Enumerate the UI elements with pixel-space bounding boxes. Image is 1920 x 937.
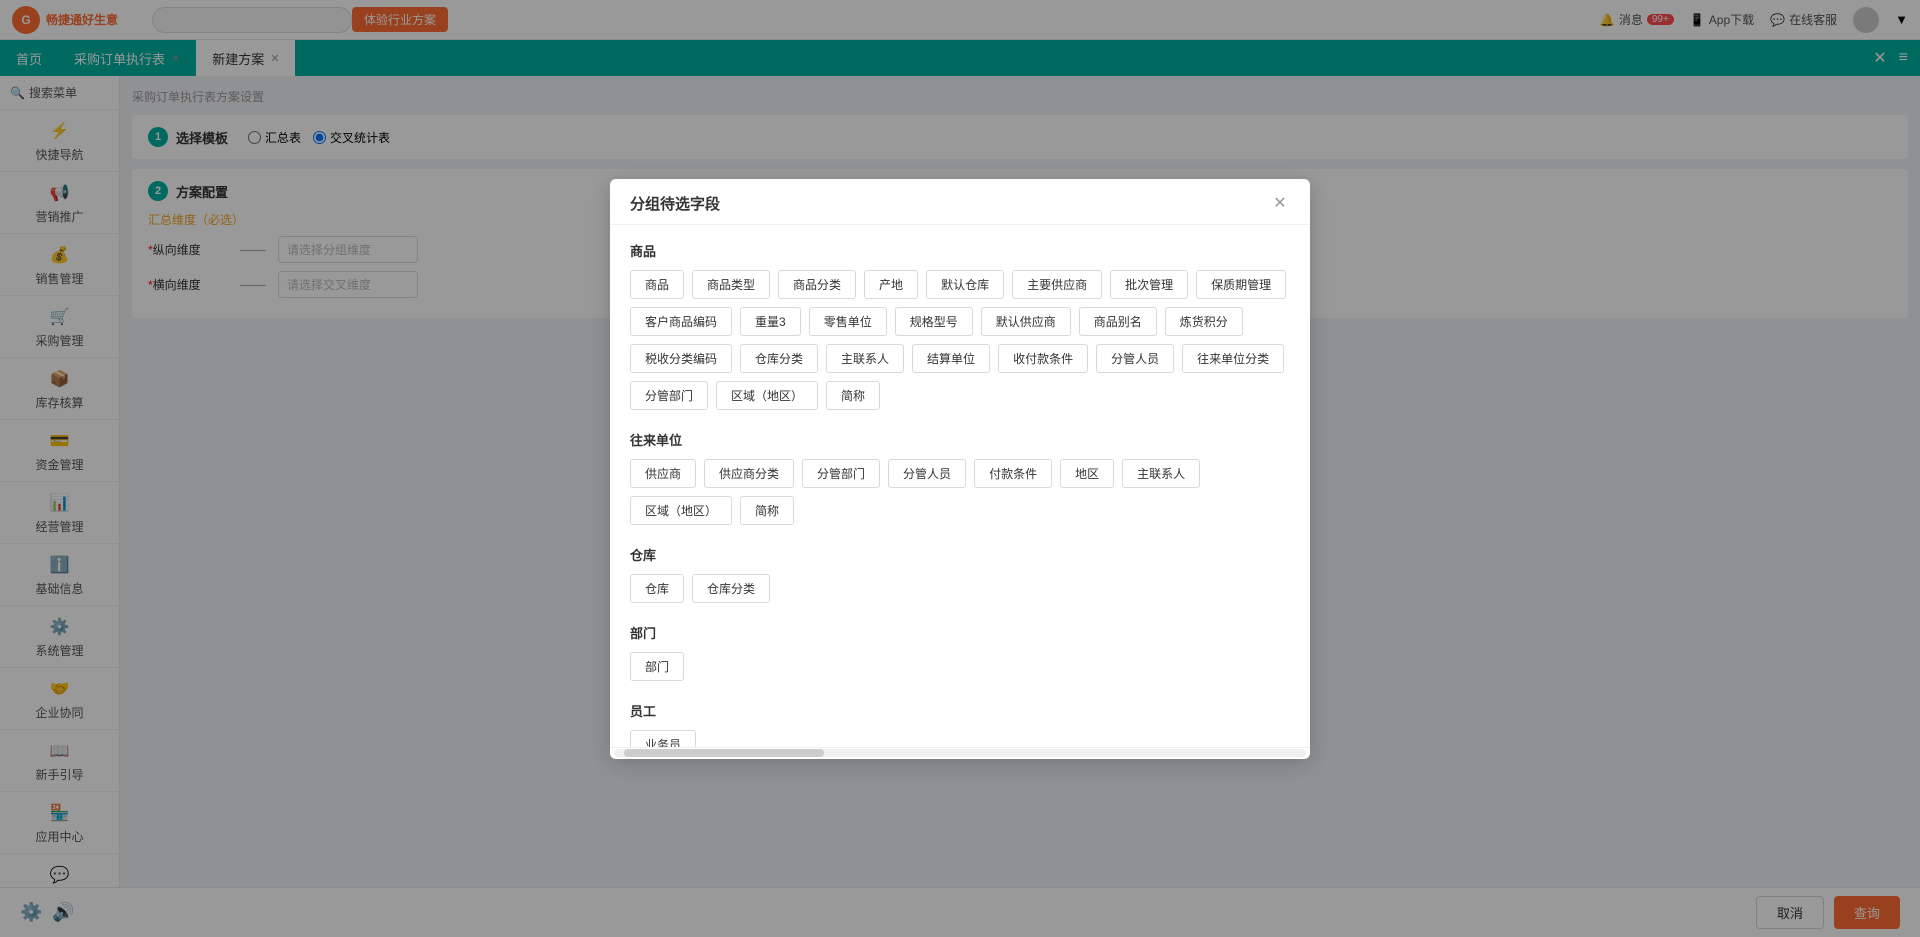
tag-spec-model[interactable]: 规格型号 <box>895 307 973 336</box>
tag-partner-contact[interactable]: 主联系人 <box>1122 459 1200 488</box>
tag-warehouse[interactable]: 仓库 <box>630 574 684 603</box>
tag-dept-managed[interactable]: 分管部门 <box>630 381 708 410</box>
modal-close-button[interactable]: ✕ <box>1270 193 1290 213</box>
tag-refine-points[interactable]: 炼货积分 <box>1165 307 1243 336</box>
tag-retail-unit[interactable]: 零售单位 <box>809 307 887 336</box>
tag-customer-code[interactable]: 客户商品编码 <box>630 307 732 336</box>
tag-partner-region[interactable]: 区域（地区） <box>630 496 732 525</box>
tag-supplier-category[interactable]: 供应商分类 <box>704 459 794 488</box>
tag-batch-management[interactable]: 批次管理 <box>1110 270 1188 299</box>
tag-product[interactable]: 商品 <box>630 270 684 299</box>
section-dept-tags: 部门 <box>630 652 1290 681</box>
tag-main-supplier[interactable]: 主要供应商 <box>1012 270 1102 299</box>
tag-product-alias[interactable]: 商品别名 <box>1079 307 1157 336</box>
section-partner-title: 往来单位 <box>630 430 1290 449</box>
section-warehouse-tags: 仓库 仓库分类 <box>630 574 1290 603</box>
tag-dept[interactable]: 部门 <box>630 652 684 681</box>
section-product: 商品 商品 商品类型 商品分类 产地 默认仓库 主要供应商 批次管理 保质期管理… <box>630 241 1290 410</box>
tag-short-name[interactable]: 简称 <box>826 381 880 410</box>
section-product-title: 商品 <box>630 241 1290 260</box>
modal-title: 分组待选字段 <box>630 193 720 214</box>
tag-partner-supervisor[interactable]: 分管人员 <box>888 459 966 488</box>
hscroll-thumb <box>624 749 824 757</box>
tag-partner-category[interactable]: 往来单位分类 <box>1182 344 1284 373</box>
tag-default-warehouse[interactable]: 默认仓库 <box>926 270 1004 299</box>
section-dept-title: 部门 <box>630 623 1290 642</box>
section-employee-title: 员工 <box>630 701 1290 720</box>
modal-header: 分组待选字段 ✕ <box>610 179 1310 225</box>
section-employee: 员工 业务员 <box>630 701 1290 747</box>
tag-warehouse-cat[interactable]: 仓库分类 <box>692 574 770 603</box>
tag-supervisor[interactable]: 分管人员 <box>1096 344 1174 373</box>
tag-area[interactable]: 地区 <box>1060 459 1114 488</box>
tag-warehouse-category[interactable]: 仓库分类 <box>740 344 818 373</box>
tag-product-category[interactable]: 商品分类 <box>778 270 856 299</box>
tag-partner-dept[interactable]: 分管部门 <box>802 459 880 488</box>
tag-product-type[interactable]: 商品类型 <box>692 270 770 299</box>
tag-shelf-life[interactable]: 保质期管理 <box>1196 270 1286 299</box>
tag-salesperson[interactable]: 业务员 <box>630 730 696 747</box>
tag-region[interactable]: 区域（地区） <box>716 381 818 410</box>
tag-payment-terms[interactable]: 收付款条件 <box>998 344 1088 373</box>
tag-origin[interactable]: 产地 <box>864 270 918 299</box>
field-select-modal: 分组待选字段 ✕ 商品 商品 商品类型 商品分类 产地 默认仓库 主要供应商 批… <box>610 179 1310 759</box>
section-warehouse-title: 仓库 <box>630 545 1290 564</box>
section-dept: 部门 部门 <box>630 623 1290 681</box>
section-employee-tags: 业务员 <box>630 730 1290 747</box>
tag-settlement-unit[interactable]: 结算单位 <box>912 344 990 373</box>
tag-tax-code[interactable]: 税收分类编码 <box>630 344 732 373</box>
tag-supplier[interactable]: 供应商 <box>630 459 696 488</box>
modal-hscroll[interactable] <box>610 747 1310 759</box>
section-partner: 往来单位 供应商 供应商分类 分管部门 分管人员 付款条件 地区 主联系人 区域… <box>630 430 1290 525</box>
section-partner-tags: 供应商 供应商分类 分管部门 分管人员 付款条件 地区 主联系人 区域（地区） … <box>630 459 1290 525</box>
tag-main-contact[interactable]: 主联系人 <box>826 344 904 373</box>
section-warehouse: 仓库 仓库 仓库分类 <box>630 545 1290 603</box>
tag-default-supplier[interactable]: 默认供应商 <box>981 307 1071 336</box>
tag-payment-condition[interactable]: 付款条件 <box>974 459 1052 488</box>
hscroll-track <box>614 749 1306 757</box>
modal-body: 商品 商品 商品类型 商品分类 产地 默认仓库 主要供应商 批次管理 保质期管理… <box>610 225 1310 747</box>
tag-partner-abbr[interactable]: 简称 <box>740 496 794 525</box>
tag-weight3[interactable]: 重量3 <box>740 307 801 336</box>
section-product-tags: 商品 商品类型 商品分类 产地 默认仓库 主要供应商 批次管理 保质期管理 客户… <box>630 270 1290 410</box>
